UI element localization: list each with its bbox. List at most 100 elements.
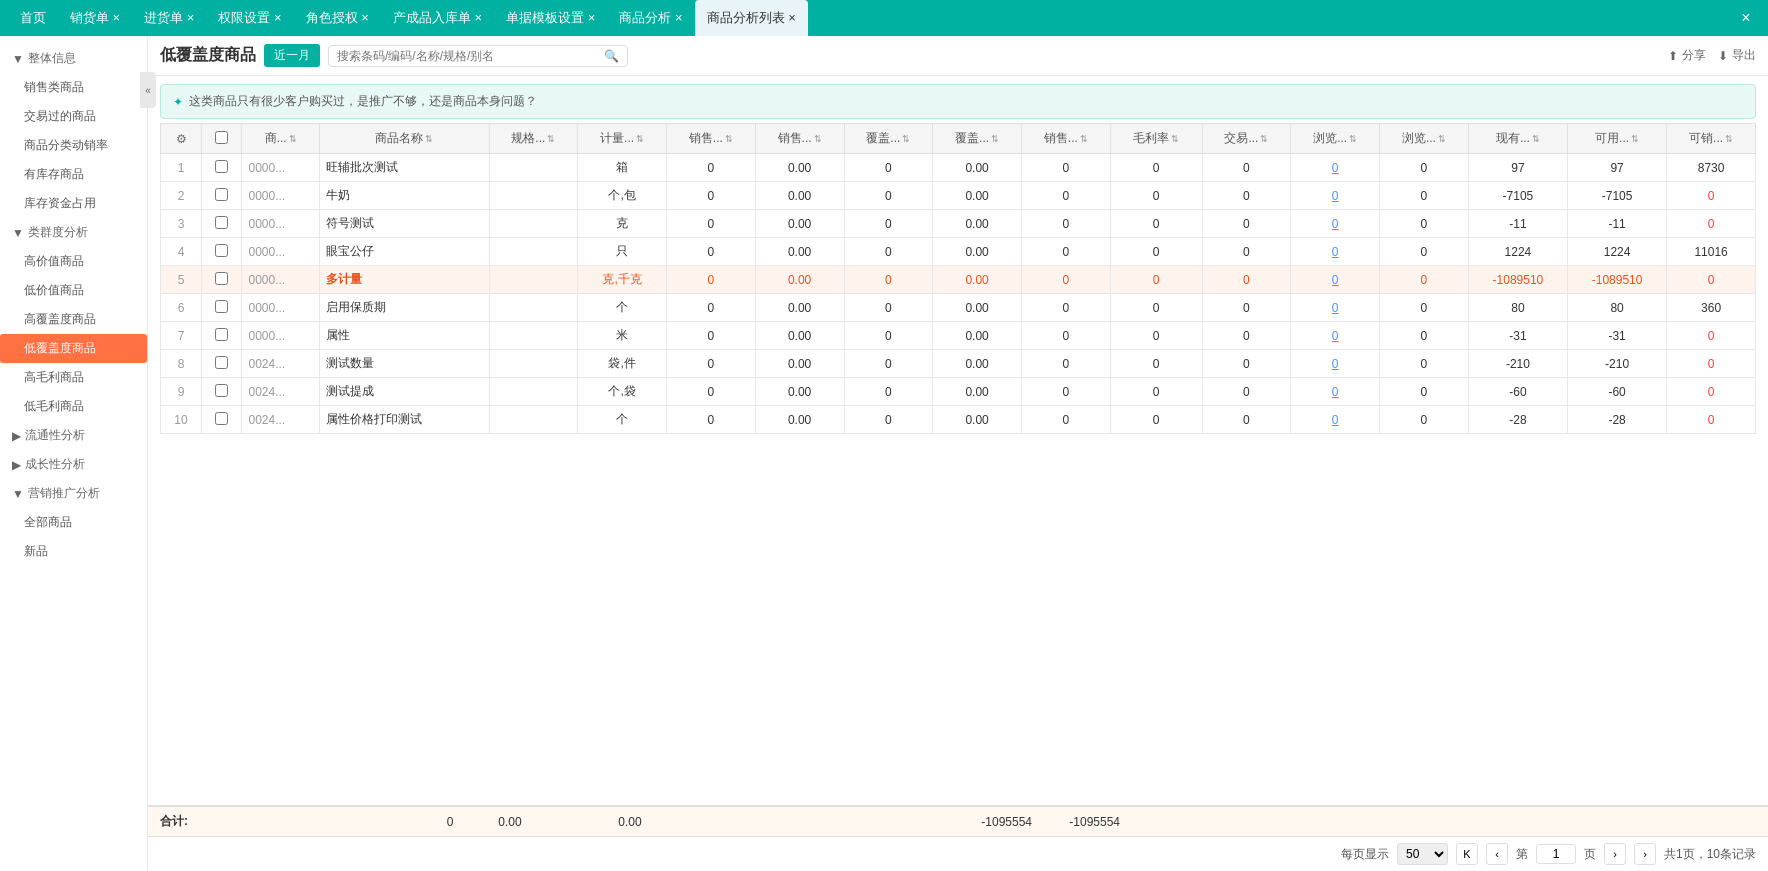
sidebar-section-circulation[interactable]: ▶ 流通性分析	[0, 421, 147, 450]
nav-item-home[interactable]: 首页	[8, 0, 58, 36]
row-check-9[interactable]	[215, 412, 228, 425]
row-browse1-1[interactable]: 0	[1291, 182, 1380, 210]
col-checkbox[interactable]	[202, 124, 242, 154]
col-saleable[interactable]: 可销...⇅	[1667, 124, 1756, 154]
col-current[interactable]: 现有...⇅	[1468, 124, 1567, 154]
page-number-input[interactable]	[1536, 844, 1576, 864]
select-all-checkbox[interactable]	[215, 131, 228, 144]
row-checkbox-4[interactable]	[202, 266, 242, 294]
row-browse1-3[interactable]: 0	[1291, 238, 1380, 266]
row-checkbox-5[interactable]	[202, 294, 242, 322]
row-browse1-0[interactable]: 0	[1291, 154, 1380, 182]
row-checkbox-3[interactable]	[202, 238, 242, 266]
search-box[interactable]: 🔍	[328, 45, 628, 67]
nav-item-analysis[interactable]: 商品分析 ×	[607, 0, 694, 36]
sidebar-item-high-value[interactable]: 高价值商品	[0, 247, 147, 276]
col-name[interactable]: 商品名称⇅	[319, 124, 489, 154]
col-available[interactable]: 可用...⇅	[1568, 124, 1667, 154]
row-checkbox-6[interactable]	[202, 322, 242, 350]
row-browse1-5[interactable]: 0	[1291, 294, 1380, 322]
sidebar-section-marketing[interactable]: ▼ 营销推广分析	[0, 479, 147, 508]
row-check-5[interactable]	[215, 300, 228, 313]
search-icon[interactable]: 🔍	[604, 49, 619, 63]
col-browse2[interactable]: 浏览...⇅	[1380, 124, 1469, 154]
col-margin[interactable]: 毛利率⇅	[1110, 124, 1202, 154]
sidebar-item-in-stock[interactable]: 有库存商品	[0, 160, 147, 189]
row-checkbox-2[interactable]	[202, 210, 242, 238]
row-sales-qty-2: 0	[667, 210, 756, 238]
sidebar-item-all-goods[interactable]: 全部商品	[0, 508, 147, 537]
row-trade-2: 0	[1202, 210, 1291, 238]
per-page-select[interactable]: 50 20 100 200	[1397, 843, 1448, 865]
sidebar-item-traded-goods[interactable]: 交易过的商品	[0, 102, 147, 131]
nav-item-template[interactable]: 单据模板设置 ×	[494, 0, 607, 36]
sidebar-section-overall[interactable]: ▼ 整体信息	[0, 44, 147, 73]
row-checkbox-1[interactable]	[202, 182, 242, 210]
row-check-4[interactable]	[215, 272, 228, 285]
sidebar-item-sales-goods[interactable]: 销售类商品	[0, 73, 147, 102]
col-code[interactable]: 商...⇅	[242, 124, 319, 154]
sidebar-section-growth[interactable]: ▶ 成长性分析	[0, 450, 147, 479]
col-trade[interactable]: 交易...⇅	[1202, 124, 1291, 154]
sidebar-collapse-button[interactable]: «	[140, 72, 156, 108]
row-checkbox-8[interactable]	[202, 378, 242, 406]
nav-item-sales[interactable]: 销货单 ×	[58, 0, 132, 36]
col-spec[interactable]: 规格...⇅	[489, 124, 578, 154]
table-container[interactable]: ⚙ 商...⇅ 商品名称⇅ 规格...⇅ 计量...⇅ 销售...⇅ 销售...…	[160, 123, 1756, 805]
row-checkbox-9[interactable]	[202, 406, 242, 434]
row-settings-6: 7	[161, 322, 202, 350]
search-input[interactable]	[337, 49, 600, 63]
col-sales-amt[interactable]: 销售...⇅	[755, 124, 844, 154]
nav-item-role[interactable]: 角色授权 ×	[294, 0, 381, 36]
sidebar-item-category-rate[interactable]: 商品分类动销率	[0, 131, 147, 160]
col-unit[interactable]: 计量...⇅	[578, 124, 667, 154]
next-page-button[interactable]: ›	[1604, 843, 1626, 865]
nav-item-analysis-list[interactable]: 商品分析列表 ×	[695, 0, 808, 36]
sidebar-item-low-coverage[interactable]: 低覆盖度商品	[0, 334, 147, 363]
close-button[interactable]: ×	[1732, 4, 1760, 32]
sidebar-item-low-margin[interactable]: 低毛利商品	[0, 392, 147, 421]
row-check-6[interactable]	[215, 328, 228, 341]
row-saleable-4: 0	[1667, 266, 1756, 294]
col-browse1[interactable]: 浏览...⇅	[1291, 124, 1380, 154]
row-check-2[interactable]	[215, 216, 228, 229]
row-browse1-6[interactable]: 0	[1291, 322, 1380, 350]
row-browse1-4[interactable]: 0	[1291, 266, 1380, 294]
col-cover2[interactable]: 覆盖...⇅	[933, 124, 1022, 154]
col-sales-qty[interactable]: 销售...⇅	[667, 124, 756, 154]
sidebar-item-low-value[interactable]: 低价值商品	[0, 276, 147, 305]
sidebar-item-new-goods[interactable]: 新品	[0, 537, 147, 566]
col-settings[interactable]: ⚙	[161, 124, 202, 154]
nav-item-purchase[interactable]: 进货单 ×	[132, 0, 206, 36]
row-check-3[interactable]	[215, 244, 228, 257]
last-page-button[interactable]: ›	[1634, 843, 1656, 865]
row-browse1-2[interactable]: 0	[1291, 210, 1380, 238]
row-sales-amt-5: 0.00	[755, 294, 844, 322]
row-check-7[interactable]	[215, 356, 228, 369]
sidebar-section-cluster[interactable]: ▼ 类群度分析	[0, 218, 147, 247]
row-check-0[interactable]	[215, 160, 228, 173]
row-checkbox-0[interactable]	[202, 154, 242, 182]
sidebar-item-stock-capital[interactable]: 库存资金占用	[0, 189, 147, 218]
row-check-1[interactable]	[215, 188, 228, 201]
prev-page-button[interactable]: ‹	[1486, 843, 1508, 865]
row-name-7: 测试数量	[319, 350, 489, 378]
row-check-8[interactable]	[215, 384, 228, 397]
sidebar-item-high-margin[interactable]: 高毛利商品	[0, 363, 147, 392]
first-page-button[interactable]: K	[1456, 843, 1478, 865]
share-button[interactable]: ⬆ 分享	[1668, 47, 1706, 64]
row-code-0: 0000...	[242, 154, 319, 182]
col-sales2[interactable]: 销售...⇅	[1022, 124, 1111, 154]
row-sales2-0: 0	[1022, 154, 1111, 182]
row-current-5: 80	[1468, 294, 1567, 322]
sidebar-item-high-coverage[interactable]: 高覆盖度商品	[0, 305, 147, 334]
period-button[interactable]: 近一月	[264, 44, 320, 67]
export-button[interactable]: ⬇ 导出	[1718, 47, 1756, 64]
nav-item-permission[interactable]: 权限设置 ×	[206, 0, 293, 36]
row-browse1-8[interactable]: 0	[1291, 378, 1380, 406]
col-cover1[interactable]: 覆盖...⇅	[844, 124, 933, 154]
row-checkbox-7[interactable]	[202, 350, 242, 378]
nav-item-product-entry[interactable]: 产成品入库单 ×	[381, 0, 494, 36]
row-browse1-7[interactable]: 0	[1291, 350, 1380, 378]
row-browse1-9[interactable]: 0	[1291, 406, 1380, 434]
